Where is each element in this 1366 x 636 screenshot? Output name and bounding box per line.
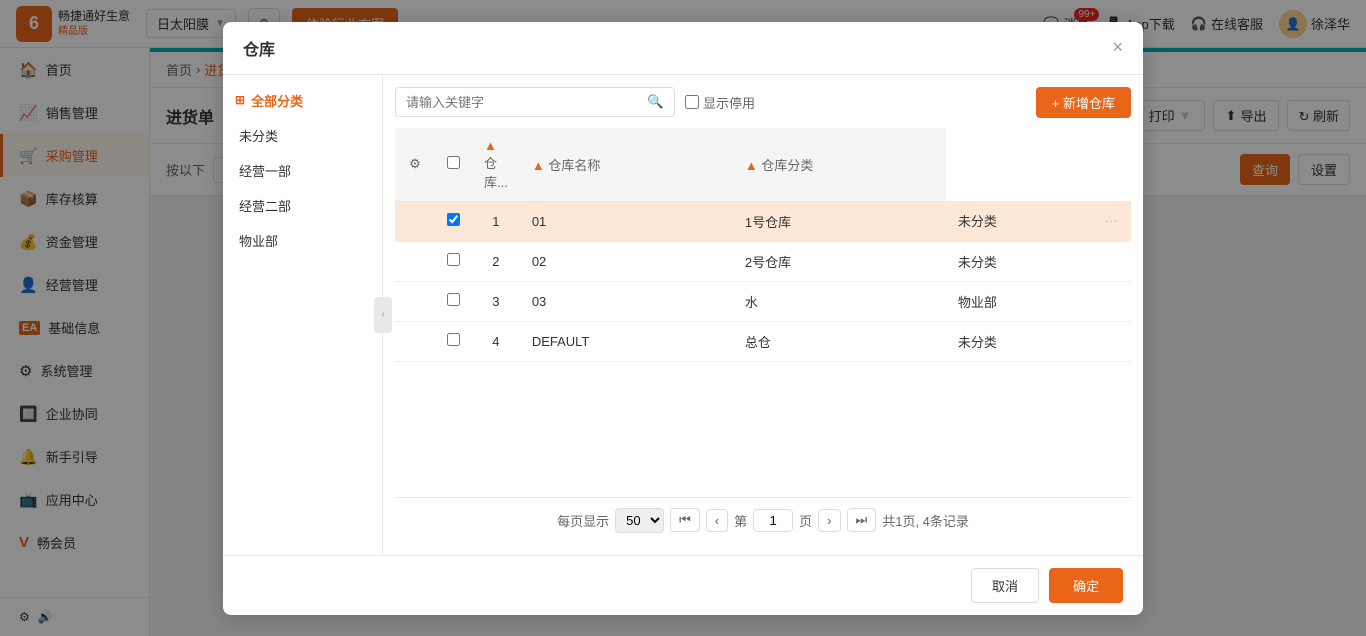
table-row[interactable]: 3 03 水 物业部 [395, 281, 1131, 321]
show-disabled-toggle: 显示停用 [685, 93, 755, 112]
category-all[interactable]: ⊞ 全部分类 [223, 83, 382, 118]
search-icon: 🔍 [647, 94, 664, 109]
col-category-header: ▲ 仓库分类 [733, 128, 946, 202]
row-check-0[interactable] [435, 201, 472, 241]
cancel-btn[interactable]: 取消 [971, 568, 1039, 603]
search-input[interactable] [396, 89, 637, 116]
category-ops2[interactable]: 经营二部 [223, 188, 382, 223]
row-gear-0 [395, 201, 435, 241]
row-num-0: 1 [472, 201, 520, 241]
modal-title: 仓库 [243, 36, 275, 60]
row-name-0: 1号仓库 [733, 201, 946, 241]
row-actions-0[interactable]: ··· [1091, 201, 1131, 241]
modal-footer: 取消 确定 [223, 555, 1143, 615]
warehouse-table: ⚙ ▲ 仓库... ▲ [395, 128, 1131, 362]
category-unclassified[interactable]: 未分类 [223, 118, 382, 153]
sort-icon2: ▲ [532, 158, 545, 173]
table-row[interactable]: 2 02 2号仓库 未分类 [395, 241, 1131, 281]
right-toolbar: 🔍 显示停用 + 新增仓库 [395, 87, 1131, 118]
sort-icon: ▲ [484, 138, 497, 153]
modal-header: 仓库 × [223, 22, 1143, 75]
show-disabled-checkbox[interactable] [685, 95, 699, 109]
gear-icon: ⚙ [409, 156, 421, 171]
modal-close-btn[interactable]: × [1112, 37, 1123, 58]
warehouse-table-wrap: ⚙ ▲ 仓库... ▲ [395, 128, 1131, 497]
row-category-2: 物业部 [946, 281, 1091, 321]
data-panel: 🔍 显示停用 + 新增仓库 ⚙ [383, 75, 1143, 555]
row-check-2[interactable] [435, 281, 472, 321]
collapse-panel-btn[interactable]: ‹ [374, 297, 392, 333]
search-button[interactable]: 🔍 [637, 88, 674, 116]
row-gear-1 [395, 241, 435, 281]
prev-page-btn[interactable]: ‹ [706, 509, 728, 532]
row-check-1[interactable] [435, 241, 472, 281]
row-actions-2[interactable] [1091, 281, 1131, 321]
first-page-btn[interactable]: ⏮ [670, 508, 700, 532]
row-num-3: 4 [472, 321, 520, 361]
table-row[interactable]: 4 DEFAULT 总仓 未分类 [395, 321, 1131, 361]
col-check-header [435, 128, 472, 202]
row-code-3: DEFAULT [520, 321, 733, 361]
row-gear-2 [395, 281, 435, 321]
add-warehouse-btn[interactable]: + 新增仓库 [1036, 87, 1131, 118]
table-row[interactable]: 1 01 1号仓库 未分类 ··· [395, 201, 1131, 241]
category-property[interactable]: 物业部 [223, 223, 382, 258]
row-num-1: 2 [472, 241, 520, 281]
category-ops1[interactable]: 经营一部 [223, 153, 382, 188]
category-panel: ‹ ⊞ 全部分类 未分类 经营一部 经营二部 物业部 [223, 75, 383, 555]
row-category-3: 未分类 [946, 321, 1091, 361]
row-check-3[interactable] [435, 321, 472, 361]
warehouse-modal: 仓库 × ‹ ⊞ 全部分类 未分类 经营一部 经营二部 物业部 [223, 22, 1143, 615]
pagination: 每页显示 50 ⏮ ‹ 第 页 › ⏭ 共1页, 4条记录 [395, 497, 1131, 543]
row-actions-1[interactable] [1091, 241, 1131, 281]
row-name-2: 水 [733, 281, 946, 321]
modal-overlay: 仓库 × ‹ ⊞ 全部分类 未分类 经营一部 经营二部 物业部 [0, 0, 1366, 636]
next-page-btn[interactable]: › [818, 509, 840, 532]
table-header-row: ⚙ ▲ 仓库... ▲ [395, 128, 1131, 202]
row-code-0: 01 [520, 201, 733, 241]
last-page-btn[interactable]: ⏭ [847, 508, 877, 532]
grid-icon: ⊞ [235, 93, 245, 107]
search-box: 🔍 [395, 87, 675, 117]
row-name-3: 总仓 [733, 321, 946, 361]
sort-icon3: ▲ [745, 158, 758, 173]
row-name-1: 2号仓库 [733, 241, 946, 281]
table-body: 1 01 1号仓库 未分类 ··· 2 02 2号仓库 未分类 3 03 水 物… [395, 201, 1131, 361]
row-gear-3 [395, 321, 435, 361]
row-actions-3[interactable] [1091, 321, 1131, 361]
row-category-0: 未分类 [946, 201, 1091, 241]
per-page-select[interactable]: 50 [615, 508, 664, 533]
row-num-2: 3 [472, 281, 520, 321]
confirm-btn[interactable]: 确定 [1049, 568, 1123, 603]
col-code-header: ▲ 仓库... [472, 128, 520, 202]
row-code-2: 03 [520, 281, 733, 321]
col-name-header: ▲ 仓库名称 [520, 128, 733, 202]
modal-body: ‹ ⊞ 全部分类 未分类 经营一部 经营二部 物业部 🔍 [223, 75, 1143, 555]
page-input[interactable] [753, 509, 793, 532]
row-code-1: 02 [520, 241, 733, 281]
row-category-1: 未分类 [946, 241, 1091, 281]
select-all-checkbox[interactable] [447, 156, 460, 169]
col-gear-header: ⚙ [395, 128, 435, 202]
